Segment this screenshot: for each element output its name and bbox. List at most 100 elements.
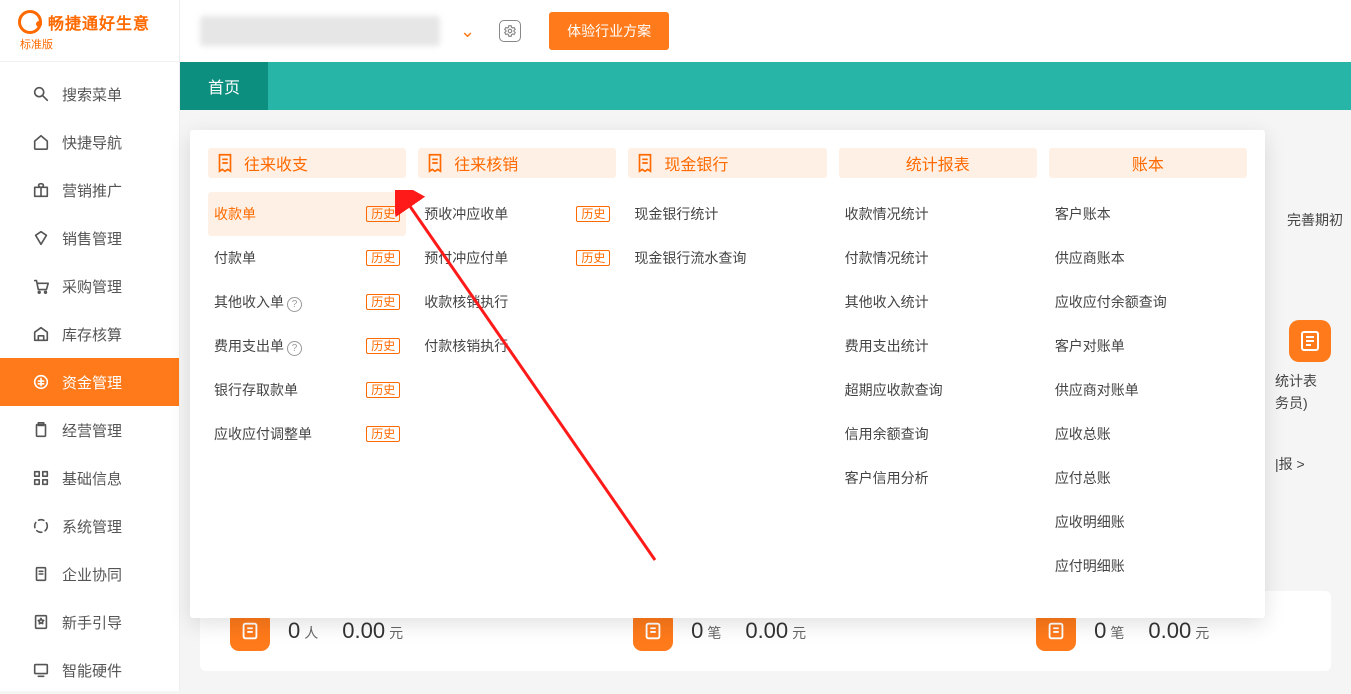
mega-item-label: 应收应付余额查询 [1055, 292, 1167, 312]
industry-plan-button[interactable]: 体验行业方案 [549, 12, 669, 50]
sidebar-item-gift[interactable]: 营销推广 [0, 166, 179, 214]
mega-item-label: 应付明细账 [1055, 556, 1125, 576]
mega-menu-item[interactable]: 预付冲应付单 历史 [418, 236, 616, 280]
mega-item-label: 客户对账单 [1055, 336, 1125, 356]
report-icon[interactable] [1289, 320, 1331, 362]
mega-column: 现金银行现金银行统计现金银行流水查询 [624, 148, 830, 588]
mega-item-label: 应收总账 [1055, 424, 1111, 444]
mega-item-label: 付款单 [214, 248, 256, 268]
diamond-icon [32, 229, 50, 247]
mega-menu-item[interactable]: 应付明细账 [1049, 544, 1247, 588]
home-icon [32, 133, 50, 151]
peek-line-3[interactable]: |报 > [1275, 453, 1351, 475]
sidebar-item-clipboard[interactable]: 经营管理 [0, 406, 179, 454]
mega-menu-item[interactable]: 客户信用分析 [839, 456, 1037, 500]
history-tag[interactable]: 历史 [366, 250, 400, 266]
history-tag[interactable]: 历史 [366, 426, 400, 442]
chevron-down-icon[interactable]: ⌄ [460, 21, 475, 42]
settings-button[interactable] [499, 20, 521, 42]
warehouse-icon [32, 325, 50, 343]
sidebar-item-star[interactable]: 新手引导 [0, 598, 179, 646]
mega-menu-item[interactable]: 付款情况统计 [839, 236, 1037, 280]
history-tag[interactable]: 历史 [366, 294, 400, 310]
mega-column-header: 账本 [1049, 148, 1247, 178]
sidebar-item-doc[interactable]: 企业协同 [0, 550, 179, 598]
receipt-icon [424, 152, 446, 174]
sidebar-item-label: 基础信息 [62, 468, 122, 489]
mega-column: 统计报表收款情况统计付款情况统计其他收入统计费用支出统计超期应收款查询信用余额查… [835, 148, 1041, 588]
mega-menu-item[interactable]: 应收应付余额查询 [1049, 280, 1247, 324]
mega-column-title: 统计报表 [906, 151, 970, 175]
mega-menu-item[interactable]: 供应商对账单 [1049, 368, 1247, 412]
mega-menu-item[interactable]: 付款单 历史 [208, 236, 406, 280]
tab-home[interactable]: 首页 [180, 62, 268, 110]
mega-item-label: 预付冲应付单 [424, 248, 508, 268]
sidebar-item-home[interactable]: 快捷导航 [0, 118, 179, 166]
mega-menu-item[interactable]: 应收应付调整单历史 [208, 412, 406, 456]
mega-item-label: 银行存取款单 [214, 380, 298, 400]
mega-item-label: 信用余额查询 [845, 424, 929, 444]
peek-line-1: 统计表 [1275, 370, 1351, 392]
mega-menu-item[interactable]: 费用支出单? 历史 [208, 324, 406, 368]
mega-item-label: 收款核销执行 [424, 292, 508, 312]
mega-column-title: 往来收支 [244, 151, 308, 175]
finance-mega-menu: 往来收支收款单历史付款单历史其他收入单?历史费用支出单?历史银行存取款单历史应收… [190, 130, 1265, 618]
sidebar-item-diamond[interactable]: 销售管理 [0, 214, 179, 262]
sidebar-item-label: 营销推广 [62, 180, 122, 201]
help-icon[interactable]: ? [287, 297, 302, 312]
sidebar-item-grid[interactable]: 基础信息 [0, 454, 179, 502]
history-tag[interactable]: 历史 [366, 206, 400, 222]
sidebar-item-loader[interactable]: 系统管理 [0, 502, 179, 550]
sidebar-item-label: 搜索菜单 [62, 84, 122, 105]
mega-menu-item[interactable]: 供应商账本 [1049, 236, 1247, 280]
sidebar-item-label: 智能硬件 [62, 660, 122, 681]
mega-item-label: 超期应收款查询 [845, 380, 943, 400]
mega-item-label: 费用支出单? [214, 336, 302, 356]
mega-item-label: 付款情况统计 [845, 248, 929, 268]
right-peek-panel: 统计表 务员) |报 > [1271, 130, 1351, 475]
mega-menu-item[interactable]: 客户对账单 [1049, 324, 1247, 368]
star-icon [32, 613, 50, 631]
mega-menu-item[interactable]: 应收总账 [1049, 412, 1247, 456]
mega-menu-item[interactable]: 预收冲应收单历史 [418, 192, 616, 236]
history-tag[interactable]: 历史 [366, 338, 400, 354]
mega-menu-item[interactable]: 其他收入单?历史 [208, 280, 406, 324]
sidebar-item-money[interactable]: 资金管理 [0, 358, 179, 406]
mega-menu-item[interactable]: 付款核销执行 [418, 324, 616, 368]
mega-column-title: 账本 [1132, 151, 1164, 175]
mega-menu-item[interactable]: 超期应收款查询 [839, 368, 1037, 412]
mega-menu-item[interactable]: 其他收入统计 [839, 280, 1037, 324]
history-tag[interactable]: 历史 [576, 250, 610, 266]
mega-menu-item[interactable]: 收款单历史 [208, 192, 406, 236]
mega-menu-item[interactable]: 客户账本 [1049, 192, 1247, 236]
mega-menu-item[interactable]: 收款核销执行 [418, 280, 616, 324]
stat-amount-unit: 元 [792, 623, 806, 643]
mega-menu-item[interactable]: 现金银行流水查询 [628, 236, 826, 280]
stat-count-unit: 笔 [707, 623, 721, 643]
sidebar-item-label: 新手引导 [62, 612, 122, 633]
history-tag[interactable]: 历史 [576, 206, 610, 222]
org-selector-blurred[interactable] [200, 16, 440, 46]
mega-item-label: 其他收入统计 [845, 292, 929, 312]
sidebar-item-warehouse[interactable]: 库存核算 [0, 310, 179, 358]
mega-item-label: 应收明细账 [1055, 512, 1125, 532]
mega-menu-item[interactable]: 应付总账 [1049, 456, 1247, 500]
sidebar-item-search[interactable]: 搜索菜单 [0, 70, 179, 118]
help-icon[interactable]: ? [287, 341, 302, 356]
mega-menu-item[interactable]: 费用支出统计 [839, 324, 1037, 368]
stat-amount-unit: 元 [389, 623, 403, 643]
mega-item-label: 供应商对账单 [1055, 380, 1139, 400]
history-tag[interactable]: 历史 [366, 382, 400, 398]
sidebar-item-cart[interactable]: 采购管理 [0, 262, 179, 310]
sidebar-item-tv[interactable]: 智能硬件 [0, 646, 179, 694]
mega-item-label: 供应商账本 [1055, 248, 1125, 268]
mega-item-label: 现金银行流水查询 [634, 248, 746, 268]
mega-menu-item[interactable]: 银行存取款单 历史 [208, 368, 406, 412]
mega-column-header: 往来核销 [418, 148, 616, 178]
mega-menu-item[interactable]: 应收明细账 [1049, 500, 1247, 544]
stat-amount: 0.00 [1148, 618, 1191, 644]
mega-menu-item[interactable]: 现金银行统计 [628, 192, 826, 236]
mega-menu-item[interactable]: 信用余额查询 [839, 412, 1037, 456]
mega-column-header: 往来收支 [208, 148, 406, 178]
mega-menu-item[interactable]: 收款情况统计 [839, 192, 1037, 236]
